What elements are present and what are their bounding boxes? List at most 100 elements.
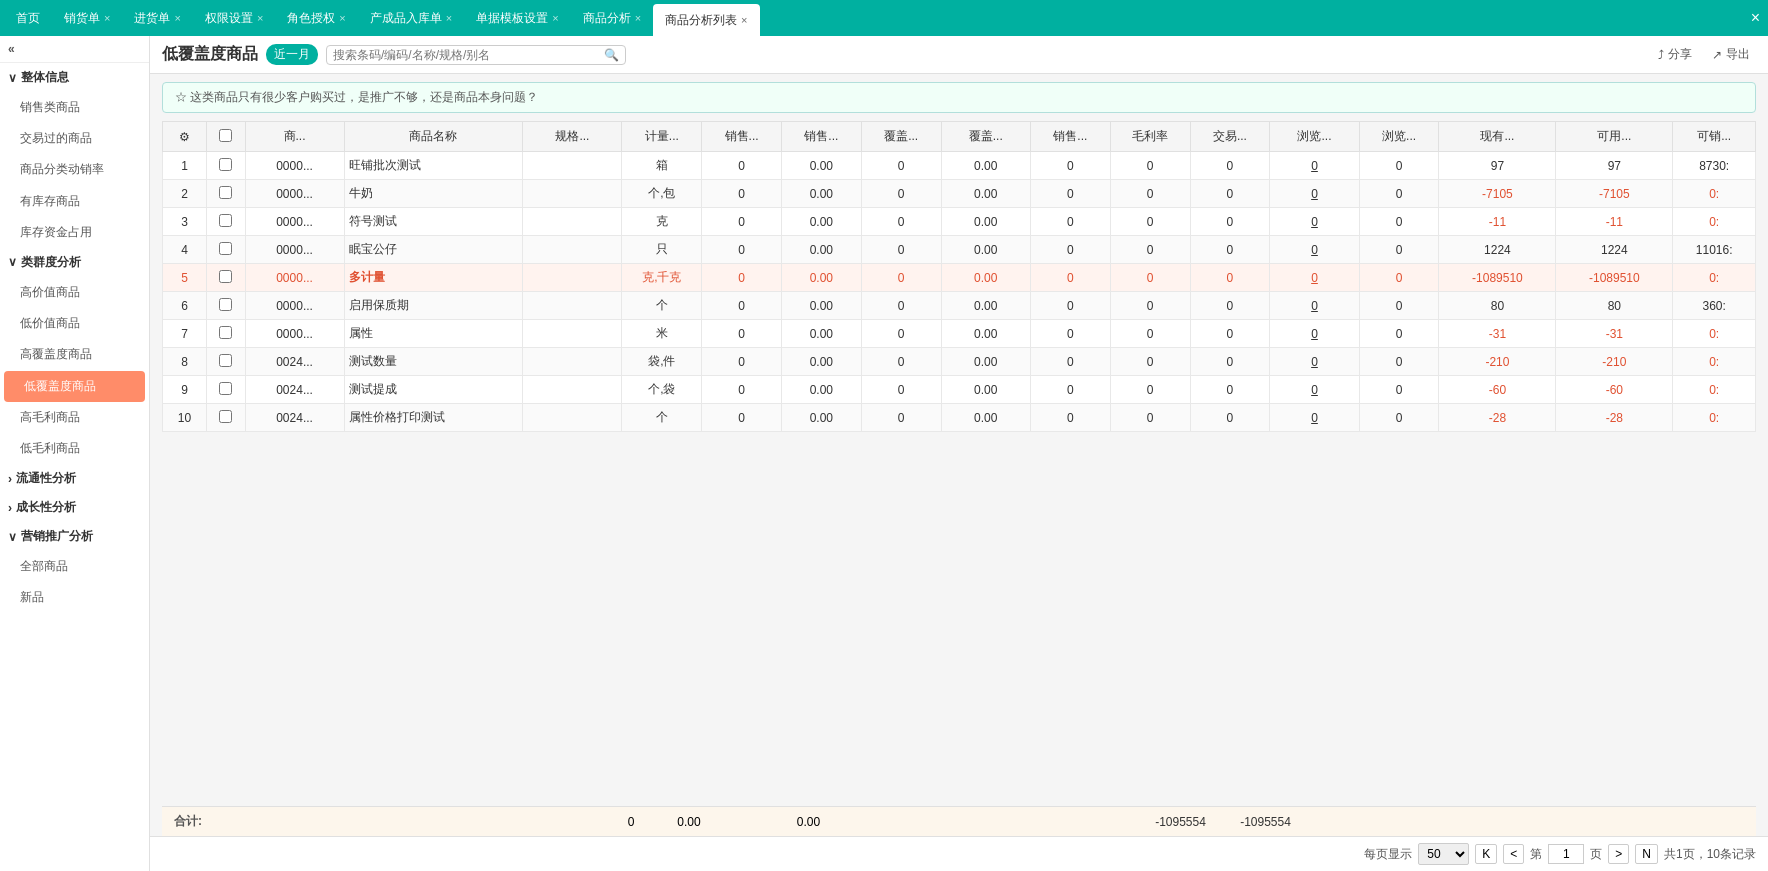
row-name[interactable]: 多计量 <box>344 264 523 292</box>
row-browse1[interactable]: 0 <box>1270 180 1359 208</box>
close-icon[interactable]: × <box>741 4 747 36</box>
row-browse1[interactable]: 0 <box>1270 236 1359 264</box>
row-unit: 米 <box>622 320 702 348</box>
row-name[interactable]: 旺铺批次测试 <box>344 152 523 180</box>
browse1-column-header: 浏览... <box>1270 122 1359 152</box>
row-current-stock: -28 <box>1439 404 1556 432</box>
nav-tab-sales[interactable]: 销货单 × <box>52 0 122 36</box>
row-checkbox[interactable] <box>207 264 246 292</box>
close-icon[interactable]: × <box>257 0 263 36</box>
row-checkbox[interactable] <box>207 236 246 264</box>
row-code: 0000... <box>245 152 344 180</box>
row-current-stock: -1089510 <box>1439 264 1556 292</box>
sidebar-item-all-goods[interactable]: 全部商品 <box>0 551 149 582</box>
sidebar-item-stock-goods[interactable]: 有库存商品 <box>0 186 149 217</box>
close-icon[interactable]: × <box>174 0 180 36</box>
row-browse1[interactable]: 0 <box>1270 320 1359 348</box>
sidebar-section-overall[interactable]: ∨ 整体信息 <box>0 63 149 92</box>
nav-tab-goods-analysis-list[interactable]: 商品分析列表 × <box>653 4 759 36</box>
nav-tab-role[interactable]: 角色授权 × <box>275 0 357 36</box>
sidebar-item-new-goods[interactable]: 新品 <box>0 582 149 613</box>
row-checkbox[interactable] <box>207 152 246 180</box>
row-current-stock: -7105 <box>1439 180 1556 208</box>
close-all-tabs-button[interactable]: × <box>1751 9 1760 27</box>
nav-tab-template[interactable]: 单据模板设置 × <box>464 0 570 36</box>
row-browse1[interactable]: 0 <box>1270 208 1359 236</box>
nav-tab-purchase[interactable]: 进货单 × <box>122 0 192 36</box>
row-name[interactable]: 属性价格打印测试 <box>344 404 523 432</box>
footer-sales-amount: 0.00 <box>660 815 718 829</box>
nav-tab-home[interactable]: 首页 <box>4 0 52 36</box>
row-name[interactable]: 牛奶 <box>344 180 523 208</box>
row-browse1[interactable]: 0 <box>1270 264 1359 292</box>
row-checkbox[interactable] <box>207 208 246 236</box>
nav-tab-product-inbound[interactable]: 产成品入库单 × <box>358 0 464 36</box>
sidebar-item-low-coverage[interactable]: 低覆盖度商品 <box>4 371 145 402</box>
row-name[interactable]: 启用保质期 <box>344 292 523 320</box>
sales-count-column-header: 销售... <box>702 122 782 152</box>
sidebar-section-circulation[interactable]: › 流通性分析 <box>0 464 149 493</box>
sidebar-item-sales-goods[interactable]: 销售类商品 <box>0 92 149 123</box>
nav-tab-permission[interactable]: 权限设置 × <box>193 0 275 36</box>
close-icon[interactable]: × <box>635 0 641 36</box>
row-name[interactable]: 符号测试 <box>344 208 523 236</box>
row-browse2: 0 <box>1359 264 1439 292</box>
settings-column-header[interactable]: ⚙ <box>163 122 207 152</box>
row-usable-stock: -11 <box>1556 208 1673 236</box>
search-icon[interactable]: 🔍 <box>604 48 619 62</box>
nav-tab-goods-analysis[interactable]: 商品分析 × <box>571 0 653 36</box>
first-page-button[interactable]: K <box>1475 844 1497 864</box>
sidebar-item-category-rate[interactable]: 商品分类动销率 <box>0 154 149 185</box>
row-browse1[interactable]: 0 <box>1270 152 1359 180</box>
last-page-button[interactable]: N <box>1635 844 1658 864</box>
row-name[interactable]: 测试提成 <box>344 376 523 404</box>
row-cover2: 0.00 <box>941 348 1030 376</box>
row-checkbox[interactable] <box>207 348 246 376</box>
pagination-bar: 每页显示 50 100 200 K < 第 页 > N 共1页，10条记录 <box>150 836 1768 871</box>
row-usable-stock: 80 <box>1556 292 1673 320</box>
search-input[interactable] <box>333 48 600 62</box>
row-checkbox[interactable] <box>207 320 246 348</box>
row-name[interactable]: 属性 <box>344 320 523 348</box>
sidebar-collapse-button[interactable]: « <box>8 42 141 56</box>
row-browse2: 0 <box>1359 376 1439 404</box>
close-icon[interactable]: × <box>552 0 558 36</box>
sidebar-item-high-coverage[interactable]: 高覆盖度商品 <box>0 339 149 370</box>
row-current-stock: -60 <box>1439 376 1556 404</box>
row-name[interactable]: 眠宝公仔 <box>344 236 523 264</box>
page-size-select[interactable]: 50 100 200 <box>1418 843 1469 865</box>
row-checkbox[interactable] <box>207 404 246 432</box>
row-checkbox[interactable] <box>207 180 246 208</box>
sidebar-item-stock-capital[interactable]: 库存资金占用 <box>0 217 149 248</box>
close-icon[interactable]: × <box>446 0 452 36</box>
total-info: 共1页，10条记录 <box>1664 846 1756 863</box>
time-filter-button[interactable]: 近一月 <box>266 44 318 65</box>
sidebar-item-low-value[interactable]: 低价值商品 <box>0 308 149 339</box>
row-browse1[interactable]: 0 <box>1270 376 1359 404</box>
checkbox-column-header[interactable] <box>207 122 246 152</box>
sidebar-section-cluster[interactable]: ∨ 类群度分析 <box>0 248 149 277</box>
next-page-button[interactable]: > <box>1608 844 1629 864</box>
row-browse1[interactable]: 0 <box>1270 292 1359 320</box>
sidebar-item-high-value[interactable]: 高价值商品 <box>0 277 149 308</box>
close-icon[interactable]: × <box>104 0 110 36</box>
sidebar-item-high-gross[interactable]: 高毛利商品 <box>0 402 149 433</box>
sidebar-item-traded-goods[interactable]: 交易过的商品 <box>0 123 149 154</box>
select-all-checkbox[interactable] <box>219 129 232 142</box>
page-number-input[interactable] <box>1548 844 1584 864</box>
table-container[interactable]: ⚙ 商... 商品名称 规格... 计量... 销售... 销售... 覆盖..… <box>162 121 1756 806</box>
row-checkbox[interactable] <box>207 376 246 404</box>
prev-page-button[interactable]: < <box>1503 844 1524 864</box>
row-name[interactable]: 测试数量 <box>344 348 523 376</box>
sidebar-item-low-gross[interactable]: 低毛利商品 <box>0 433 149 464</box>
row-browse1[interactable]: 0 <box>1270 404 1359 432</box>
sidebar-section-marketing[interactable]: ∨ 营销推广分析 <box>0 522 149 551</box>
row-checkbox[interactable] <box>207 292 246 320</box>
sidebar-section-growth[interactable]: › 成长性分析 <box>0 493 149 522</box>
share-button[interactable]: ⤴ 分享 <box>1652 44 1698 65</box>
chevron-down-icon: ∨ <box>8 255 17 269</box>
close-icon[interactable]: × <box>339 0 345 36</box>
export-button[interactable]: ↗ 导出 <box>1706 44 1756 65</box>
row-sales-count: 0 <box>702 180 782 208</box>
row-browse1[interactable]: 0 <box>1270 348 1359 376</box>
